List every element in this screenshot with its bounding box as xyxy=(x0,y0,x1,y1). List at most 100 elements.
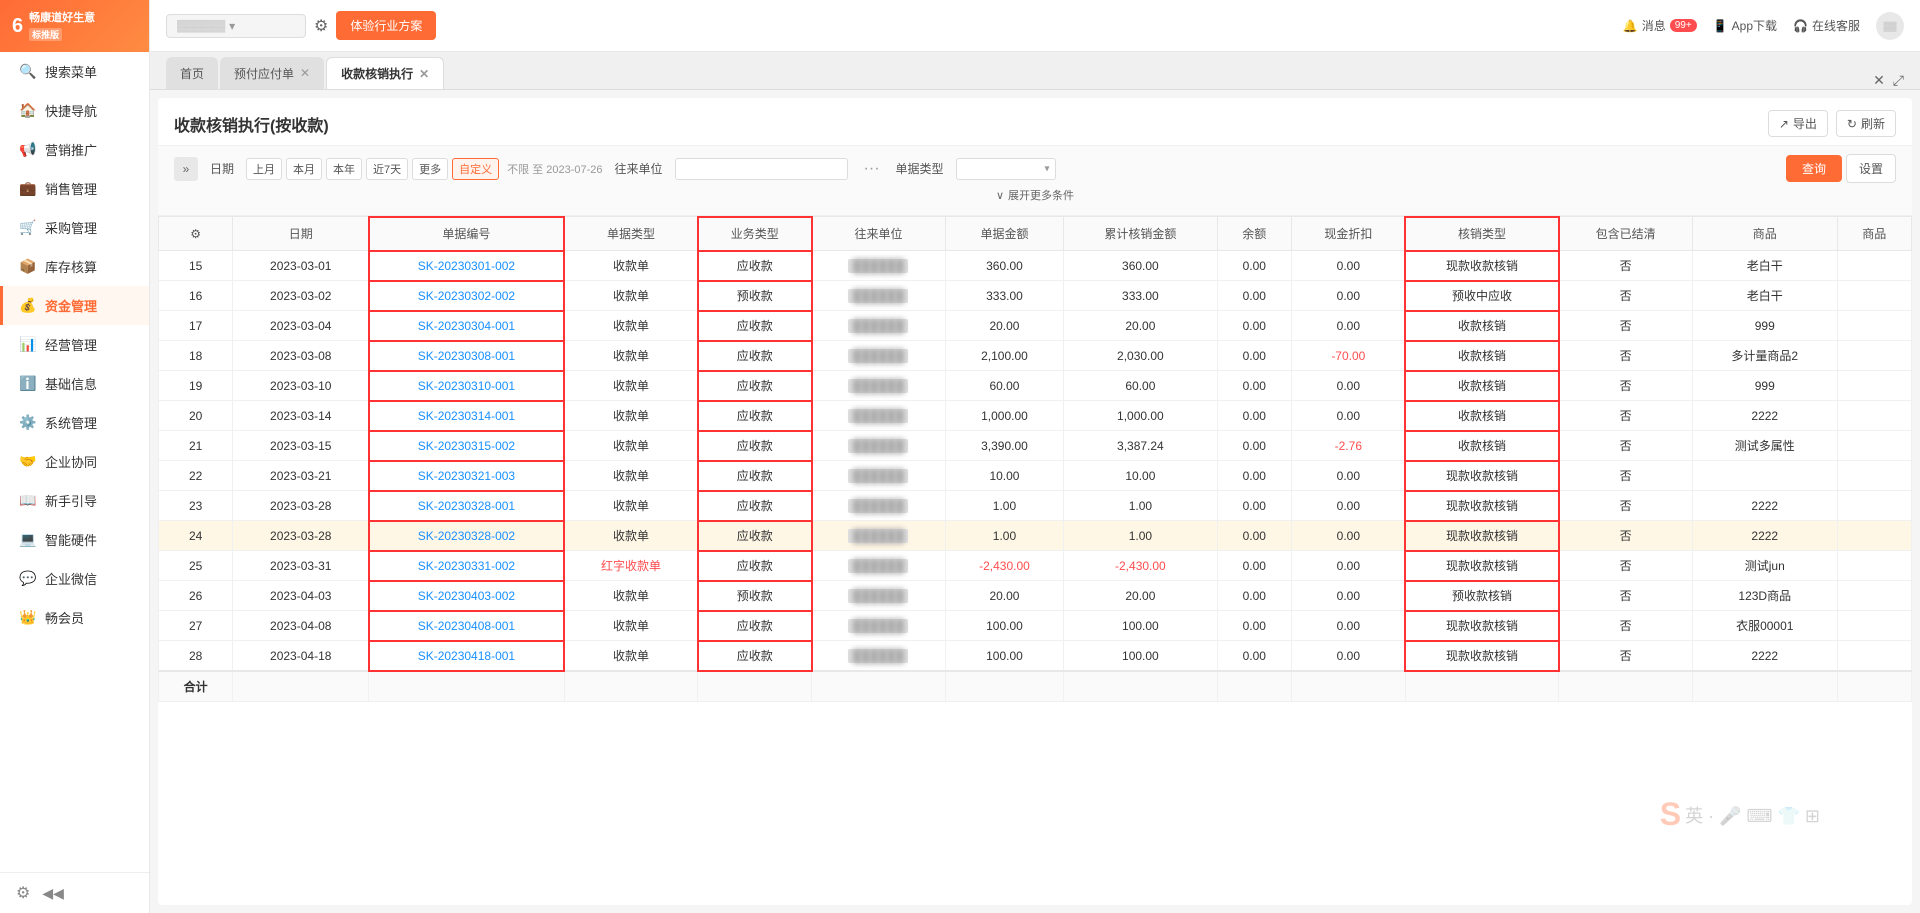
tab-prepay[interactable]: 预付应付单 ✕ xyxy=(220,57,324,89)
partner-dots[interactable]: ··· xyxy=(860,160,884,178)
bill-no-link[interactable]: SK-20230328-001 xyxy=(418,499,515,513)
table-row[interactable]: 262023-04-03SK-20230403-002收款单预收款██████2… xyxy=(159,581,1912,611)
tab-home[interactable]: 首页 xyxy=(166,57,218,89)
customer-service-item[interactable]: 🎧 在线客服 xyxy=(1793,17,1860,34)
sidebar-item-marketing[interactable]: 📢 营销推广 xyxy=(0,130,149,169)
col-settings[interactable]: ⚙ xyxy=(159,217,233,251)
partner-input[interactable] xyxy=(675,158,848,180)
industry-solution-button[interactable]: 体验行业方案 xyxy=(336,11,436,40)
user-avatar[interactable]: ▓▓ xyxy=(1876,12,1904,40)
filter-expand-button[interactable]: » xyxy=(174,157,198,181)
bill-no-link[interactable]: SK-20230301-002 xyxy=(418,259,515,273)
app-download-item[interactable]: 📱 App下载 xyxy=(1713,17,1777,34)
row-bill-no[interactable]: SK-20230308-001 xyxy=(369,341,564,371)
bill-no-link[interactable]: SK-20230302-002 xyxy=(418,289,515,303)
row-bill-no[interactable]: SK-20230301-002 xyxy=(369,251,564,281)
sidebar-item-search[interactable]: 🔍 搜索菜单 xyxy=(0,52,149,91)
row-bill-no[interactable]: SK-20230310-001 xyxy=(369,371,564,401)
col-bill-no[interactable]: 单据编号 xyxy=(369,217,564,251)
sidebar-item-wechat[interactable]: 💬 企业微信 xyxy=(0,559,149,598)
notification-item[interactable]: 🔔 消息 99+ xyxy=(1623,17,1697,34)
row-bill-no[interactable]: SK-20230408-001 xyxy=(369,611,564,641)
col-include-settled[interactable]: 包含已结清 xyxy=(1559,217,1693,251)
sidebar-item-hardware[interactable]: 💻 智能硬件 xyxy=(0,520,149,559)
more-date-button[interactable]: 更多 xyxy=(412,158,448,180)
tab-prepay-close[interactable]: ✕ xyxy=(300,66,310,80)
receipt-type-select[interactable] xyxy=(956,158,1056,180)
row-bill-no[interactable]: SK-20230321-003 xyxy=(369,461,564,491)
sidebar-item-quicknav[interactable]: 🏠 快捷导航 xyxy=(0,91,149,130)
bill-no-link[interactable]: SK-20230321-003 xyxy=(418,469,515,483)
bill-no-link[interactable]: SK-20230418-001 xyxy=(418,649,515,663)
topbar-gear-icon[interactable]: ⚙ xyxy=(314,16,328,36)
col-write-off-type[interactable]: 核销类型 xyxy=(1405,217,1558,251)
custom-date-button[interactable]: 自定义 xyxy=(452,158,499,180)
last-month-button[interactable]: 上月 xyxy=(246,158,282,180)
col-cumulative[interactable]: 累计核销金额 xyxy=(1064,217,1217,251)
sidebar-item-basic[interactable]: ℹ️ 基础信息 xyxy=(0,364,149,403)
refresh-button[interactable]: ↻ 刷新 xyxy=(1836,110,1896,137)
table-row[interactable]: 152023-03-01SK-20230301-002收款单应收款██████3… xyxy=(159,251,1912,281)
table-row[interactable]: 192023-03-10SK-20230310-001收款单应收款██████6… xyxy=(159,371,1912,401)
query-button[interactable]: 查询 xyxy=(1786,155,1842,182)
col-balance[interactable]: 余额 xyxy=(1217,217,1291,251)
col-cash-discount[interactable]: 现金折扣 xyxy=(1291,217,1405,251)
company-selector[interactable]: ▓▓▓▓▓▓ ▾ xyxy=(166,14,306,38)
tab-close-all-icon[interactable]: ✕ xyxy=(1873,72,1885,89)
this-year-button[interactable]: 本年 xyxy=(326,158,362,180)
table-row[interactable]: 252023-03-31SK-20230331-002红字收款单应收款█████… xyxy=(159,551,1912,581)
bill-no-link[interactable]: SK-20230304-001 xyxy=(418,319,515,333)
sidebar-item-enterprise[interactable]: 🤝 企业协同 xyxy=(0,442,149,481)
row-bill-no[interactable]: SK-20230304-001 xyxy=(369,311,564,341)
bill-no-link[interactable]: SK-20230328-002 xyxy=(418,529,515,543)
row-bill-no[interactable]: SK-20230331-002 xyxy=(369,551,564,581)
row-bill-no[interactable]: SK-20230314-001 xyxy=(369,401,564,431)
sidebar-item-member[interactable]: 👑 畅会员 xyxy=(0,598,149,637)
this-month-button[interactable]: 本月 xyxy=(286,158,322,180)
bill-no-link[interactable]: SK-20230403-002 xyxy=(418,589,515,603)
table-row[interactable]: 242023-03-28SK-20230328-002收款单应收款██████1… xyxy=(159,521,1912,551)
row-bill-no[interactable]: SK-20230328-001 xyxy=(369,491,564,521)
col-product2[interactable]: 商品 xyxy=(1837,217,1911,251)
col-product[interactable]: 商品 xyxy=(1692,217,1837,251)
sidebar-item-guide[interactable]: 📖 新手引导 xyxy=(0,481,149,520)
col-bill-type[interactable]: 单据类型 xyxy=(564,217,698,251)
table-row[interactable]: 232023-03-28SK-20230328-001收款单应收款██████1… xyxy=(159,491,1912,521)
settings-button[interactable]: 设置 xyxy=(1846,154,1896,183)
col-date[interactable]: 日期 xyxy=(233,217,369,251)
table-row[interactable]: 272023-04-08SK-20230408-001收款单应收款██████1… xyxy=(159,611,1912,641)
row-bill-no[interactable]: SK-20230328-002 xyxy=(369,521,564,551)
table-row[interactable]: 202023-03-14SK-20230314-001收款单应收款██████1… xyxy=(159,401,1912,431)
row-bill-no[interactable]: SK-20230403-002 xyxy=(369,581,564,611)
table-row[interactable]: 182023-03-08SK-20230308-001收款单应收款██████2… xyxy=(159,341,1912,371)
table-row[interactable]: 162023-03-02SK-20230302-002收款单预收款██████3… xyxy=(159,281,1912,311)
bill-no-link[interactable]: SK-20230314-001 xyxy=(418,409,515,423)
sidebar-item-sales[interactable]: 💼 销售管理 xyxy=(0,169,149,208)
tab-receivable[interactable]: 收款核销执行 ✕ xyxy=(326,57,444,89)
table-row[interactable]: 222023-03-21SK-20230321-003收款单应收款██████1… xyxy=(159,461,1912,491)
tab-expand-icon[interactable]: ⤢ xyxy=(1893,72,1904,89)
row-bill-no[interactable]: SK-20230315-002 xyxy=(369,431,564,461)
table-row[interactable]: 282023-04-18SK-20230418-001收款单应收款██████1… xyxy=(159,641,1912,672)
collapse-icon[interactable]: ◀◀ xyxy=(42,885,64,902)
col-bill-amount[interactable]: 单据金额 xyxy=(945,217,1063,251)
row-bill-no[interactable]: SK-20230418-001 xyxy=(369,641,564,672)
bill-no-link[interactable]: SK-20230315-002 xyxy=(418,439,515,453)
bill-no-link[interactable]: SK-20230310-001 xyxy=(418,379,515,393)
settings-gear-icon[interactable]: ⚙ xyxy=(16,883,30,903)
col-partner[interactable]: 往来单位 xyxy=(812,217,946,251)
bill-no-link[interactable]: SK-20230408-001 xyxy=(418,619,515,633)
bill-no-link[interactable]: SK-20230331-002 xyxy=(418,559,515,573)
expand-more-row[interactable]: ∨ 展开更多条件 xyxy=(174,183,1896,207)
table-row[interactable]: 172023-03-04SK-20230304-001收款单应收款██████2… xyxy=(159,311,1912,341)
sidebar-item-operation[interactable]: 📊 经营管理 xyxy=(0,325,149,364)
col-biz-type[interactable]: 业务类型 xyxy=(698,217,812,251)
export-button[interactable]: ↗ 导出 xyxy=(1768,110,1828,137)
table-row[interactable]: 212023-03-15SK-20230315-002收款单应收款██████3… xyxy=(159,431,1912,461)
sidebar-item-system[interactable]: ⚙️ 系统管理 xyxy=(0,403,149,442)
last-7days-button[interactable]: 近7天 xyxy=(366,158,408,180)
tab-receivable-close[interactable]: ✕ xyxy=(419,67,429,81)
bill-no-link[interactable]: SK-20230308-001 xyxy=(418,349,515,363)
row-bill-no[interactable]: SK-20230302-002 xyxy=(369,281,564,311)
sidebar-item-purchase[interactable]: 🛒 采购管理 xyxy=(0,208,149,247)
